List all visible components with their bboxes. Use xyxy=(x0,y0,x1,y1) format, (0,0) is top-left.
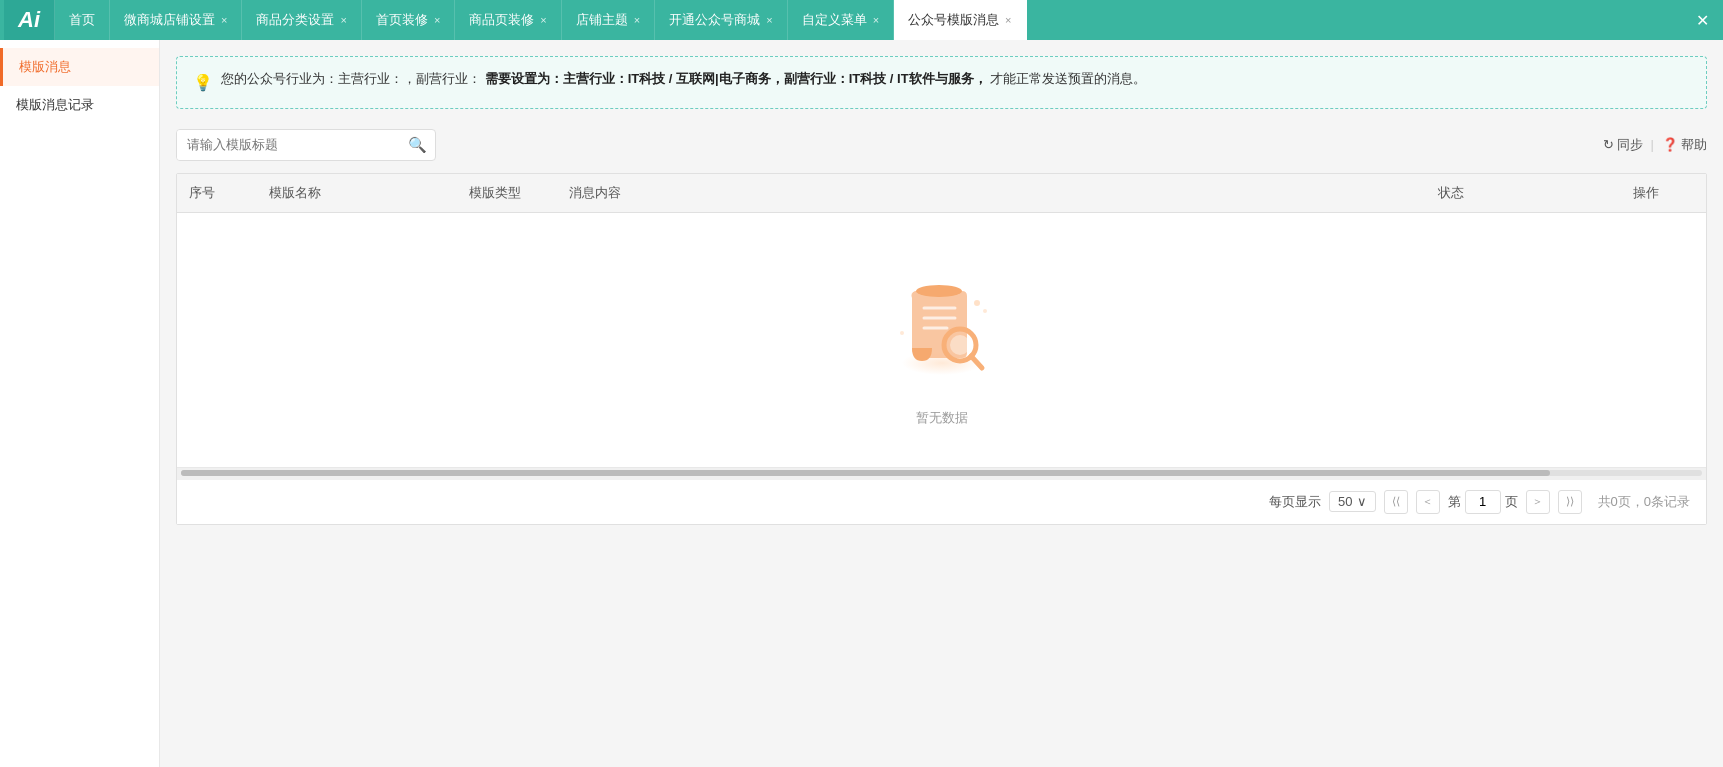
tab-close-product[interactable]: × xyxy=(540,14,546,26)
page-size-select[interactable]: 50 ∨ xyxy=(1329,491,1375,512)
tab-item-shop[interactable]: 微商城店铺设置 × xyxy=(110,0,242,40)
help-icon: ❓ xyxy=(1662,137,1678,152)
page-label: 页 xyxy=(1505,493,1518,511)
main-content: 💡 您的公众号行业为：主营行业：，副营行业： 需要设置为：主营行业：IT科技 /… xyxy=(160,40,1723,767)
search-bar: 🔍 ↻ 同步 | ❓ 帮助 xyxy=(176,129,1707,161)
tab-close-homepage[interactable]: × xyxy=(434,14,440,26)
tab-label-homepage: 首页装修 xyxy=(376,11,428,29)
tab-item-home[interactable]: 首页 xyxy=(55,0,110,40)
search-right-actions: ↻ 同步 | ❓ 帮助 xyxy=(1603,136,1707,154)
logo-text: Ai xyxy=(18,7,40,33)
tab-close-shop[interactable]: × xyxy=(221,14,227,26)
empty-illustration xyxy=(882,273,1002,393)
page-di-label: 第 xyxy=(1448,493,1461,511)
scrollbar-track xyxy=(181,470,1702,476)
tab-item-menu[interactable]: 自定义菜单 × xyxy=(788,0,894,40)
help-label: 帮助 xyxy=(1681,136,1707,154)
notice-bold: 需要设置为：主营行业：IT科技 / 互联网|电子商务，副营行业：IT科技 / I… xyxy=(485,71,987,86)
svg-point-1 xyxy=(916,285,962,297)
tab-close-mall[interactable]: × xyxy=(766,14,772,26)
search-input[interactable] xyxy=(177,130,399,160)
svg-point-9 xyxy=(983,309,987,313)
search-button[interactable]: 🔍 xyxy=(399,129,435,161)
prev-page-button[interactable]: ＜ xyxy=(1416,490,1440,514)
tab-label-product: 商品页装修 xyxy=(469,11,534,29)
help-button[interactable]: ❓ 帮助 xyxy=(1662,136,1707,154)
tab-bar: Ai 首页 微商城店铺设置 × 商品分类设置 × 首页装修 × 商品页装修 × … xyxy=(0,0,1723,40)
tab-item-theme[interactable]: 店铺主题 × xyxy=(562,0,655,40)
tab-close-menu[interactable]: × xyxy=(873,14,879,26)
empty-state: 暂无数据 xyxy=(177,213,1706,467)
scrollbar-area[interactable] xyxy=(177,467,1706,479)
page-size-value: 50 xyxy=(1338,494,1352,509)
tab-label-template: 公众号模版消息 xyxy=(908,11,999,29)
tab-item-mall[interactable]: 开通公众号商城 × xyxy=(655,0,787,40)
tab-item-product[interactable]: 商品页装修 × xyxy=(455,0,561,40)
th-name: 模版名称 xyxy=(257,174,457,212)
page-input-wrap: 第 页 xyxy=(1448,490,1518,514)
tab-label-theme: 店铺主题 xyxy=(576,11,628,29)
logo-tab: Ai xyxy=(4,0,55,40)
layout: 模版消息 模版消息记录 💡 您的公众号行业为：主营行业：，副营行业： 需要设置为… xyxy=(0,40,1723,767)
scrollbar-thumb[interactable] xyxy=(181,470,1550,476)
sync-icon: ↻ xyxy=(1603,137,1614,152)
tab-label-shop: 微商城店铺设置 xyxy=(124,11,215,29)
table-header: 序号 模版名称 模版类型 消息内容 状态 操作 xyxy=(177,174,1706,213)
th-action: 操作 xyxy=(1586,174,1706,212)
page-size-label: 每页显示 xyxy=(1269,493,1321,511)
table-wrap: 序号 模版名称 模版类型 消息内容 状态 操作 xyxy=(176,173,1707,525)
notice-text: 您的公众号行业为：主营行业：，副营行业： 需要设置为：主营行业：IT科技 / 互… xyxy=(221,69,1146,90)
page-total: 共0页，0条记录 xyxy=(1598,493,1690,511)
divider: | xyxy=(1651,137,1654,152)
sidebar-label-template-msg: 模版消息 xyxy=(19,59,71,74)
th-type: 模版类型 xyxy=(457,174,557,212)
th-seq: 序号 xyxy=(177,174,257,212)
pagination: 每页显示 50 ∨ ⟨⟨ ＜ 第 页 ＞ ⟩⟩ 共0页，0条记录 xyxy=(177,479,1706,524)
chevron-down-icon: ∨ xyxy=(1357,494,1367,509)
tab-label-menu: 自定义菜单 xyxy=(802,11,867,29)
tab-close-template[interactable]: × xyxy=(1005,14,1011,26)
sync-button[interactable]: ↻ 同步 xyxy=(1603,136,1643,154)
tab-label-home: 首页 xyxy=(69,11,95,29)
next-page-button[interactable]: ＞ xyxy=(1526,490,1550,514)
tab-close-category[interactable]: × xyxy=(340,14,346,26)
sidebar-item-template-record[interactable]: 模版消息记录 xyxy=(0,86,159,124)
tab-bar-close-btn[interactable]: ✕ xyxy=(1686,11,1719,30)
sidebar-label-template-record: 模版消息记录 xyxy=(16,97,94,112)
notice-suffix: 才能正常发送预置的消息。 xyxy=(990,71,1146,86)
tab-close-theme[interactable]: × xyxy=(634,14,640,26)
sidebar-item-template-msg[interactable]: 模版消息 xyxy=(0,48,159,86)
tab-item-homepage[interactable]: 首页装修 × xyxy=(362,0,455,40)
first-page-button[interactable]: ⟨⟨ xyxy=(1384,490,1408,514)
th-content: 消息内容 xyxy=(557,174,1426,212)
tab-label-mall: 开通公众号商城 xyxy=(669,11,760,29)
notice-prefix: 您的公众号行业为：主营行业：，副营行业： xyxy=(221,71,481,86)
notice-box: 💡 您的公众号行业为：主营行业：，副营行业： 需要设置为：主营行业：IT科技 /… xyxy=(176,56,1707,109)
svg-point-10 xyxy=(900,331,904,335)
tab-item-template[interactable]: 公众号模版消息 × xyxy=(894,0,1026,40)
svg-point-6 xyxy=(950,335,970,355)
last-page-button[interactable]: ⟩⟩ xyxy=(1558,490,1582,514)
page-number-input[interactable] xyxy=(1465,490,1501,514)
sync-label: 同步 xyxy=(1617,136,1643,154)
search-input-wrap: 🔍 xyxy=(176,129,436,161)
notice-bulb-icon: 💡 xyxy=(193,70,213,96)
empty-text: 暂无数据 xyxy=(916,409,968,427)
tab-item-category[interactable]: 商品分类设置 × xyxy=(242,0,361,40)
tab-label-category: 商品分类设置 xyxy=(256,11,334,29)
th-status: 状态 xyxy=(1426,174,1586,212)
sidebar: 模版消息 模版消息记录 xyxy=(0,40,160,767)
svg-point-8 xyxy=(974,300,980,306)
